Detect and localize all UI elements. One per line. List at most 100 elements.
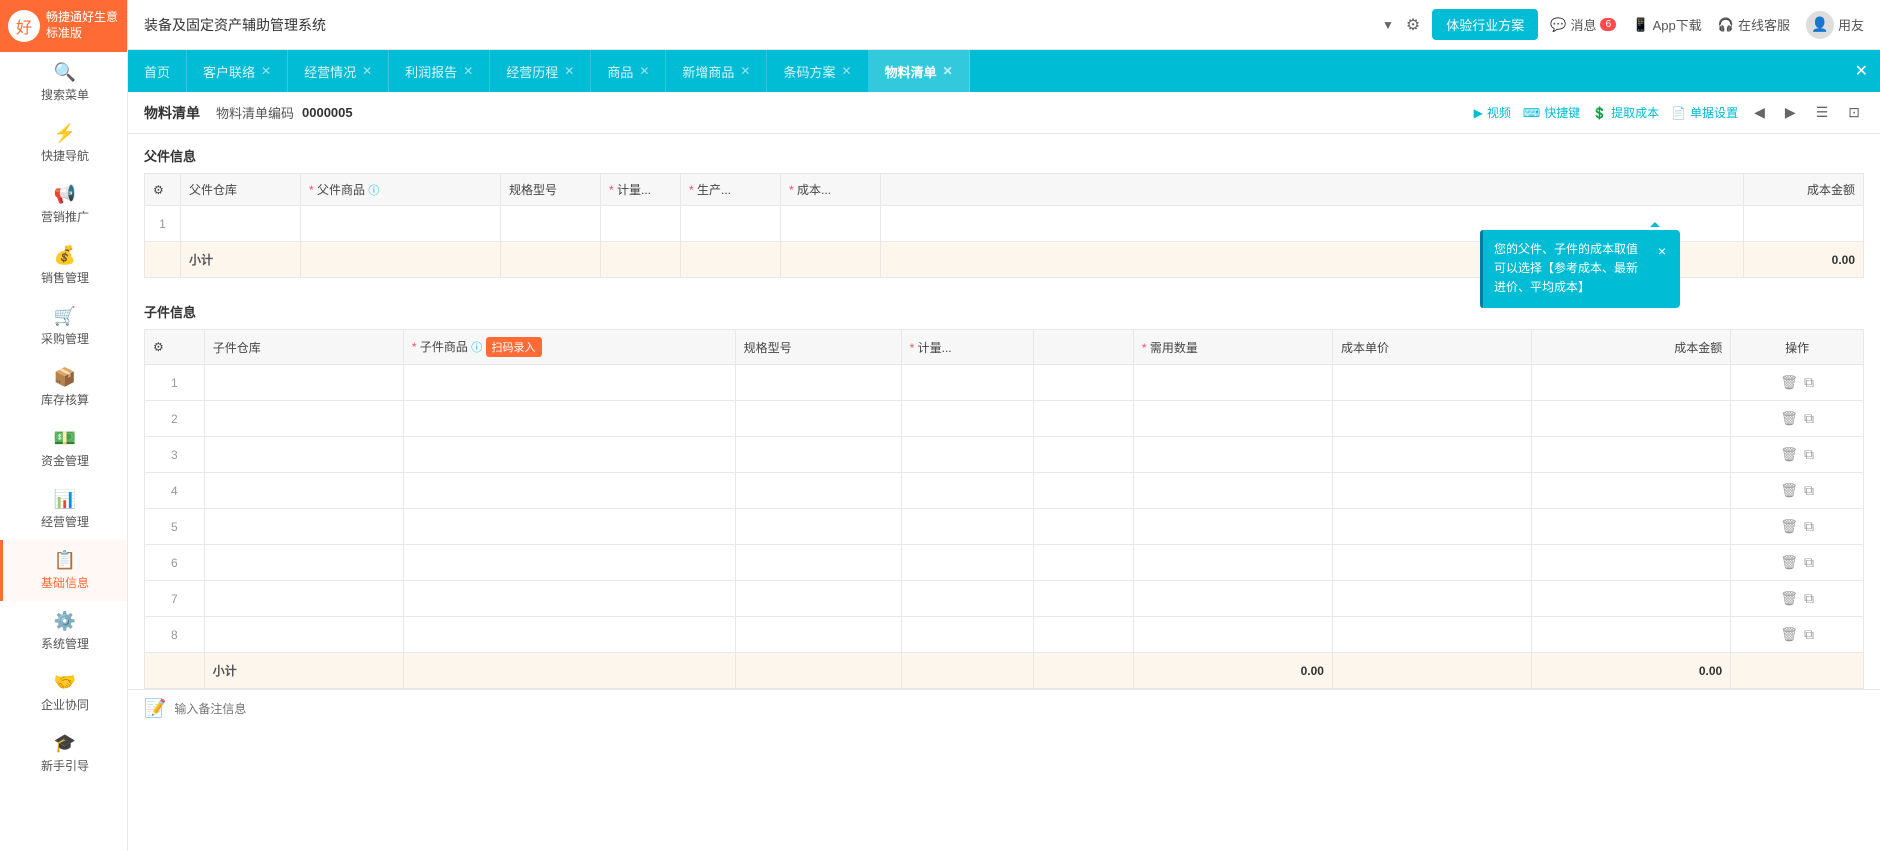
tab-close-2[interactable]: ✕ [362, 64, 372, 78]
child-row-5-spec[interactable] [735, 509, 901, 545]
child-row-1-spec[interactable] [735, 365, 901, 401]
copy-row-1-icon[interactable]: ⧉ [1804, 374, 1814, 391]
child-row-5-unit[interactable] [901, 509, 1034, 545]
child-row-7-goods[interactable] [403, 581, 735, 617]
delete-row-1-icon[interactable]: 🗑 [1780, 374, 1798, 391]
sidebar-item-采购管理[interactable]: 🛒 采购管理 [0, 296, 127, 357]
child-row-7-warehouse[interactable] [204, 581, 403, 617]
settings-icon[interactable]: ⚙ [1406, 15, 1420, 35]
sidebar-item-系统管理[interactable]: ⚙️ 系统管理 [0, 601, 127, 662]
app-download-button[interactable]: 📱 App下载 [1632, 15, 1701, 34]
video-button[interactable]: ▶ 视频 [1474, 104, 1511, 121]
child-row-2-goods[interactable] [403, 401, 735, 437]
tab-close-6[interactable]: ✕ [740, 64, 750, 78]
sidebar-item-企业协同[interactable]: 🤝 企业协同 [0, 662, 127, 723]
delete-row-5-icon[interactable]: 🗑 [1780, 518, 1798, 535]
message-button[interactable]: 💬 消息 6 [1550, 15, 1616, 34]
nav-tab-客户联络[interactable]: 客户联络 ✕ [187, 50, 288, 92]
sidebar-item-搜索菜单[interactable]: 🔍 搜索菜单 [0, 52, 127, 113]
experience-button[interactable]: 体验行业方案 [1432, 9, 1538, 40]
copy-row-6-icon[interactable]: ⧉ [1804, 554, 1814, 571]
sidebar-item-快捷导航[interactable]: ⚡ 快捷导航 [0, 113, 127, 174]
tab-close-7[interactable]: ✕ [842, 64, 852, 78]
child-row-4-spec[interactable] [735, 473, 901, 509]
child-row-2-unit-cost[interactable] [1332, 401, 1531, 437]
parent-row-1-goods[interactable] [301, 206, 501, 242]
child-row-8-unit-cost[interactable] [1332, 617, 1531, 653]
tab-close-8[interactable]: ✕ [943, 64, 953, 78]
copy-row-8-icon[interactable]: ⧉ [1804, 626, 1814, 643]
child-goods-info-icon[interactable]: ⓘ [471, 342, 482, 354]
child-row-7-unit[interactable] [901, 581, 1034, 617]
delete-row-6-icon[interactable]: 🗑 [1780, 554, 1798, 571]
child-row-5-unit-cost[interactable] [1332, 509, 1531, 545]
delete-row-4-icon[interactable]: 🗑 [1780, 482, 1798, 499]
child-row-5-needed[interactable] [1133, 509, 1332, 545]
copy-row-7-icon[interactable]: ⧉ [1804, 590, 1814, 607]
sidebar-item-资金管理[interactable]: 💵 资金管理 [0, 418, 127, 479]
delete-row-3-icon[interactable]: 🗑 [1780, 446, 1798, 463]
shortcut-button[interactable]: ⌨ 快捷键 [1523, 104, 1580, 121]
sidebar-item-销售管理[interactable]: 💰 销售管理 [0, 235, 127, 296]
parent-row-1-unit[interactable] [601, 206, 681, 242]
copy-row-3-icon[interactable]: ⧉ [1804, 446, 1814, 463]
child-row-8-goods[interactable] [403, 617, 735, 653]
child-row-3-goods[interactable] [403, 437, 735, 473]
child-row-8-warehouse[interactable] [204, 617, 403, 653]
sidebar-item-库存核算[interactable]: 📦 库存核算 [0, 357, 127, 418]
child-row-1-warehouse[interactable] [204, 365, 403, 401]
tooltip-close-icon[interactable]: × [1658, 240, 1666, 262]
child-row-8-unit[interactable] [901, 617, 1034, 653]
child-row-7-spec[interactable] [735, 581, 901, 617]
delete-row-2-icon[interactable]: 🗑 [1780, 410, 1798, 427]
child-row-6-spec[interactable] [735, 545, 901, 581]
next-page-icon[interactable]: ▶ [1781, 102, 1800, 123]
child-row-3-warehouse[interactable] [204, 437, 403, 473]
nav-tab-经营历程[interactable]: 经营历程 ✕ [490, 50, 591, 92]
list-view-icon[interactable]: ☰ [1812, 102, 1833, 123]
delete-row-7-icon[interactable]: 🗑 [1780, 590, 1798, 607]
child-row-2-unit[interactable] [901, 401, 1034, 437]
child-row-4-goods[interactable] [403, 473, 735, 509]
copy-row-5-icon[interactable]: ⧉ [1804, 518, 1814, 535]
tab-close-5[interactable]: ✕ [639, 64, 649, 78]
cost-button[interactable]: 💲 提取成本 [1592, 104, 1659, 121]
user-button[interactable]: 👤 用友 [1806, 11, 1864, 39]
child-row-6-warehouse[interactable] [204, 545, 403, 581]
child-row-5-goods[interactable] [403, 509, 735, 545]
sidebar-item-基础信息[interactable]: 📋 基础信息 [0, 540, 127, 601]
child-row-4-unit-cost[interactable] [1332, 473, 1531, 509]
sidebar-item-新手引导[interactable]: 🎓 新手引导 [0, 723, 127, 784]
child-row-8-needed[interactable] [1133, 617, 1332, 653]
nav-tab-首页[interactable]: 首页 [128, 50, 187, 92]
child-row-3-needed[interactable] [1133, 437, 1332, 473]
close-tab-icon[interactable]: ✕ [1851, 57, 1872, 85]
child-row-2-spec[interactable] [735, 401, 901, 437]
nav-tab-新增商品[interactable]: 新增商品 ✕ [666, 50, 767, 92]
child-row-1-goods[interactable] [403, 365, 735, 401]
parent-row-1-cost[interactable] [781, 206, 881, 242]
delete-row-8-icon[interactable]: 🗑 [1780, 626, 1798, 643]
child-row-6-unit-cost[interactable] [1332, 545, 1531, 581]
child-row-6-goods[interactable] [403, 545, 735, 581]
settings-button[interactable]: 📄 单据设置 [1671, 104, 1738, 121]
parent-row-1-spec[interactable] [501, 206, 601, 242]
nav-tab-商品[interactable]: 商品 ✕ [591, 50, 666, 92]
scan-badge[interactable]: 扫码录入 [486, 337, 542, 357]
child-row-1-unit-cost[interactable] [1332, 365, 1531, 401]
online-service-button[interactable]: 🎧 在线客服 [1718, 15, 1790, 34]
child-row-8-spec[interactable] [735, 617, 901, 653]
sidebar-item-营销推广[interactable]: 📢 营销推广 [0, 174, 127, 235]
note-input[interactable] [174, 702, 1864, 716]
sidebar-item-经营管理[interactable]: 📊 经营管理 [0, 479, 127, 540]
prev-page-icon[interactable]: ◀ [1750, 102, 1769, 123]
child-row-2-needed[interactable] [1133, 401, 1332, 437]
parent-row-1-produce[interactable] [681, 206, 781, 242]
nav-tab-利润报告[interactable]: 利润报告 ✕ [389, 50, 490, 92]
child-row-1-needed[interactable] [1133, 365, 1332, 401]
child-row-3-spec[interactable] [735, 437, 901, 473]
tab-close-1[interactable]: ✕ [261, 64, 271, 78]
child-row-5-warehouse[interactable] [204, 509, 403, 545]
copy-row-2-icon[interactable]: ⧉ [1804, 410, 1814, 427]
tab-close-4[interactable]: ✕ [564, 64, 574, 78]
